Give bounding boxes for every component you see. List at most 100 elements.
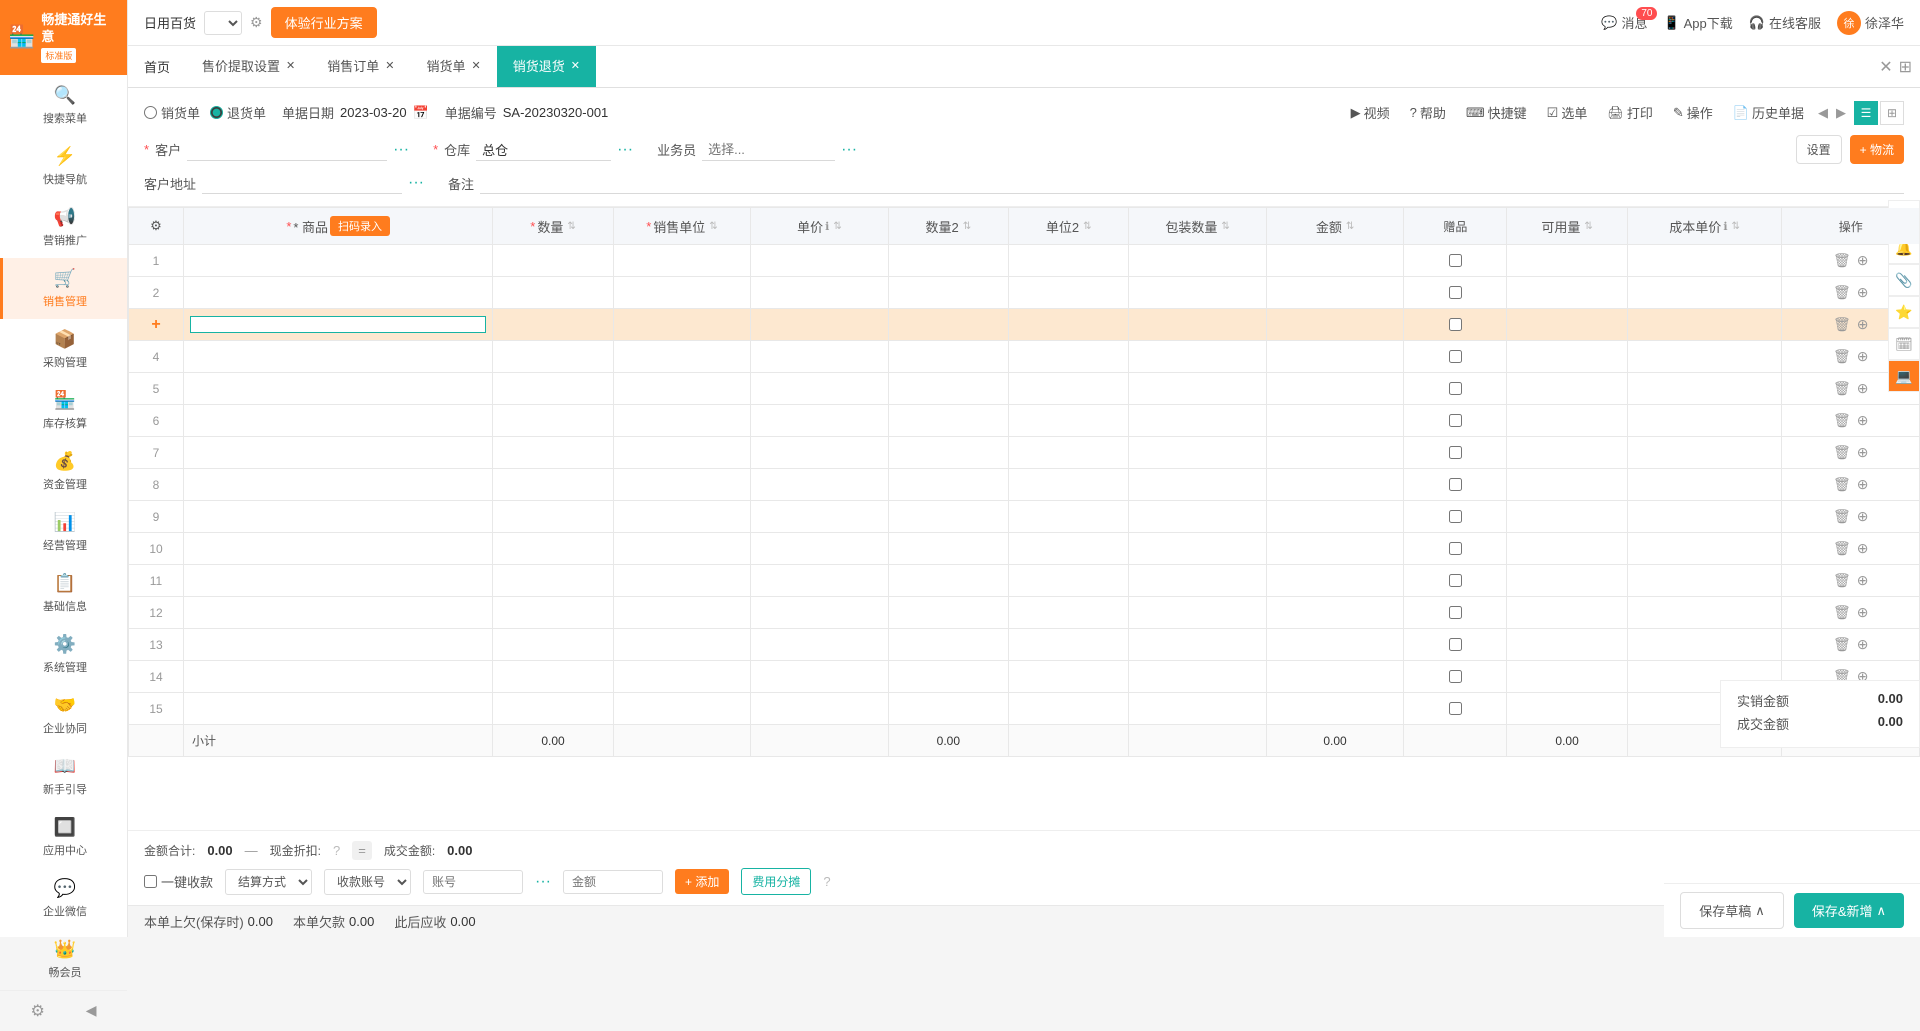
cost-cell-8[interactable] (1627, 469, 1782, 501)
unit-input-8[interactable] (620, 477, 745, 492)
delete-row-btn-2[interactable]: 🗑 (1833, 284, 1851, 301)
qty2-cell-9[interactable] (888, 501, 1008, 533)
customer-input[interactable] (187, 139, 387, 161)
sidebar-item-sales[interactable]: 🛒 销售管理 (0, 258, 127, 319)
add-btn[interactable]: + 添加 (675, 869, 729, 894)
product-input-15[interactable] (190, 701, 486, 716)
qty2-input-5[interactable] (895, 381, 1002, 396)
qty-cell-12[interactable] (493, 597, 613, 629)
amount-input-3[interactable] (1273, 317, 1398, 332)
gift-cell-2[interactable] (1404, 277, 1507, 309)
customer-select-dots[interactable]: ··· (393, 141, 409, 159)
copy-row-btn-8[interactable]: ⊕ (1857, 476, 1869, 493)
user-profile-action[interactable]: 徐 徐泽华 (1837, 11, 1904, 35)
unit-cell-7[interactable] (613, 437, 751, 469)
product-cell-14[interactable] (184, 661, 493, 693)
cost-input-12[interactable] (1634, 605, 1776, 620)
pack-input-14[interactable] (1135, 669, 1260, 684)
right-icon-4[interactable]: ⭐ (1888, 296, 1920, 328)
unit2-input-12[interactable] (1015, 605, 1122, 620)
print-btn[interactable]: 🖨打印 (1601, 100, 1659, 125)
gift-cell-12[interactable] (1404, 597, 1507, 629)
pack-cell-1[interactable] (1129, 245, 1267, 277)
qty-cell-10[interactable] (493, 533, 613, 565)
tab-sales-return[interactable]: 销货退货✕ (497, 46, 596, 87)
qty2-cell-6[interactable] (888, 405, 1008, 437)
cost-sort-icon[interactable]: ⇅ (1732, 221, 1740, 232)
avail-cell-5[interactable] (1507, 373, 1627, 405)
amount-input-13[interactable] (1273, 637, 1398, 652)
unit2-cell-13[interactable] (1009, 629, 1129, 661)
unit2-input-5[interactable] (1015, 381, 1122, 396)
avail-cell-10[interactable] (1507, 533, 1627, 565)
daily-goods-select[interactable] (204, 11, 242, 35)
gift-checkbox-9[interactable] (1449, 510, 1462, 523)
qty2-cell-11[interactable] (888, 565, 1008, 597)
cost-input-4[interactable] (1634, 349, 1776, 364)
cost-cell-3[interactable] (1627, 309, 1782, 341)
pack-input-1[interactable] (1135, 253, 1260, 268)
product-input-4[interactable] (190, 349, 486, 364)
unit2-cell-11[interactable] (1009, 565, 1129, 597)
amount-input-14[interactable] (1273, 669, 1398, 684)
gift-checkbox-3[interactable] (1449, 318, 1462, 331)
address-input[interactable] (202, 172, 402, 194)
pack-input-5[interactable] (1135, 381, 1260, 396)
unit2-cell-12[interactable] (1009, 597, 1129, 629)
price-input-12[interactable] (757, 605, 882, 620)
product-cell-8[interactable] (184, 469, 493, 501)
copy-row-btn-12[interactable]: ⊕ (1857, 604, 1869, 621)
add-row-btn-3[interactable]: + (151, 316, 160, 333)
copy-row-btn-7[interactable]: ⊕ (1857, 444, 1869, 461)
product-cell-11[interactable] (184, 565, 493, 597)
pack-input-7[interactable] (1135, 445, 1260, 460)
gift-checkbox-15[interactable] (1449, 702, 1462, 715)
amount-cell-10[interactable] (1266, 533, 1404, 565)
gift-cell-13[interactable] (1404, 629, 1507, 661)
pack-input-11[interactable] (1135, 573, 1260, 588)
qty2-input-8[interactable] (895, 477, 1002, 492)
sidebar-item-member[interactable]: 👑 畅会员 (0, 929, 127, 990)
gift-checkbox-10[interactable] (1449, 542, 1462, 555)
qty-cell-6[interactable] (493, 405, 613, 437)
price-cell-11[interactable] (751, 565, 889, 597)
sidebar-item-finance[interactable]: 💰 资金管理 (0, 441, 127, 502)
gift-checkbox-13[interactable] (1449, 638, 1462, 651)
amount-cell-8[interactable] (1266, 469, 1404, 501)
qty-input-3[interactable] (499, 317, 606, 332)
gift-checkbox-11[interactable] (1449, 574, 1462, 587)
amount-input[interactable] (563, 870, 663, 894)
price-input-4[interactable] (757, 349, 882, 364)
tab-home[interactable]: 首页 (128, 46, 186, 87)
warehouse-select-dots[interactable]: ··· (617, 141, 633, 159)
qty2-input-2[interactable] (895, 285, 1002, 300)
staff-select-dots[interactable]: ··· (841, 141, 857, 159)
unit-cell-5[interactable] (613, 373, 751, 405)
avail-input-2[interactable] (1513, 285, 1620, 300)
product-cell-4[interactable] (184, 341, 493, 373)
qty-input-11[interactable] (499, 573, 606, 588)
right-icon-3[interactable]: 📎 (1888, 264, 1920, 296)
avail-cell-8[interactable] (1507, 469, 1627, 501)
copy-row-btn-9[interactable]: ⊕ (1857, 508, 1869, 525)
qty-cell-2[interactable] (493, 277, 613, 309)
message-badge[interactable]: 💬 消息 70 (1601, 13, 1647, 32)
qty-input-15[interactable] (499, 701, 606, 716)
qty-input-1[interactable] (499, 253, 606, 268)
qty2-input-10[interactable] (895, 541, 1002, 556)
tab-price-setting[interactable]: 售价提取设置✕ (186, 46, 311, 87)
qty2-input-4[interactable] (895, 349, 1002, 364)
gift-checkbox-7[interactable] (1449, 446, 1462, 459)
online-service-action[interactable]: 🎧 在线客服 (1749, 13, 1821, 32)
unit2-input-4[interactable] (1015, 349, 1122, 364)
sidebar-item-shortcut[interactable]: ⚡ 快捷导航 (0, 136, 127, 197)
qty2-cell-5[interactable] (888, 373, 1008, 405)
unit2-input-8[interactable] (1015, 477, 1122, 492)
app-download-action[interactable]: 📱 App下载 (1663, 13, 1732, 32)
qty-cell-3[interactable] (493, 309, 613, 341)
qty-input-6[interactable] (499, 413, 606, 428)
price-cell-8[interactable] (751, 469, 889, 501)
unit2-input-11[interactable] (1015, 573, 1122, 588)
qty2-cell-2[interactable] (888, 277, 1008, 309)
docno-value[interactable]: SA-20230320-001 (503, 105, 609, 120)
